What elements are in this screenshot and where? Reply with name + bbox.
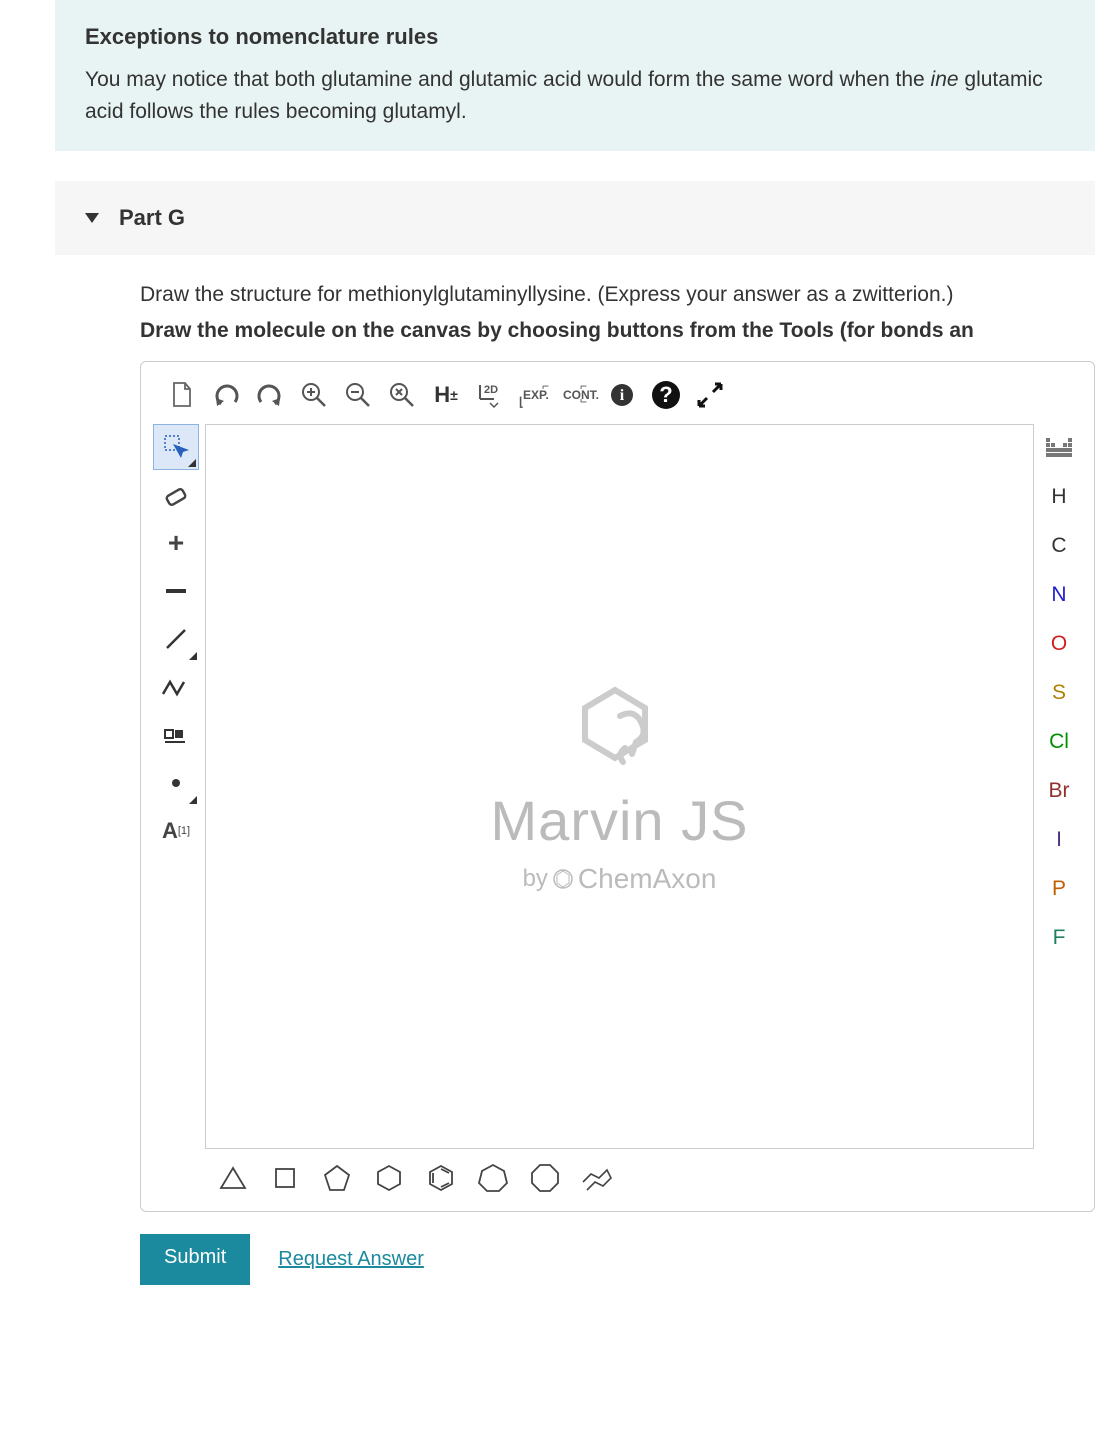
hydrogen-toggle-icon[interactable]: H±	[425, 374, 467, 416]
new-document-icon[interactable]	[161, 374, 203, 416]
chair-template[interactable]	[573, 1157, 621, 1199]
info-body-italic: ine	[931, 68, 959, 91]
element-F[interactable]: F	[1038, 914, 1080, 961]
element-O[interactable]: O	[1038, 620, 1080, 667]
left-toolbar: + A[1]	[153, 422, 201, 1149]
benzene-template[interactable]	[417, 1157, 465, 1199]
zoom-out-icon[interactable]	[337, 374, 379, 416]
canvas-by: by	[523, 865, 548, 893]
bottom-toolbar	[153, 1149, 1082, 1199]
collapse-triangle-icon[interactable]	[85, 213, 99, 223]
element-H[interactable]: H	[1038, 473, 1080, 520]
question-line1: Draw the structure for methionylglutamin…	[140, 283, 1095, 307]
svg-text:2D: 2D	[484, 384, 498, 396]
marvin-editor: H± 2D EXP.⌐⌊ CONT.⌐⌐ i ?	[140, 361, 1095, 1212]
canvas-byline: by ChemAxon	[523, 863, 717, 895]
cyclooctane-template[interactable]	[521, 1157, 569, 1199]
info-title: Exceptions to nomenclature rules	[85, 24, 1065, 50]
cyclopentane-template[interactable]	[313, 1157, 361, 1199]
top-toolbar: H± 2D EXP.⌐⌊ CONT.⌐⌐ i ?	[153, 374, 1082, 422]
redo-icon[interactable]	[249, 374, 291, 416]
element-P[interactable]: P	[1038, 865, 1080, 912]
charge-minus-tool[interactable]	[153, 568, 199, 614]
submit-row: Submit Request Answer	[140, 1234, 1095, 1285]
svg-text:i: i	[620, 387, 625, 404]
canvas-logo-text: Marvin JS	[491, 788, 749, 853]
svg-text:?: ?	[659, 382, 672, 407]
chain-tool[interactable]	[153, 664, 199, 710]
undo-icon[interactable]	[205, 374, 247, 416]
cyclopropane-template[interactable]	[209, 1157, 257, 1199]
part-label: Part G	[119, 205, 185, 231]
info-icon[interactable]: i	[601, 374, 643, 416]
element-C[interactable]: C	[1038, 522, 1080, 569]
radical-tool[interactable]	[153, 760, 199, 806]
marvin-placeholder-icon	[565, 678, 675, 778]
eraser-tool[interactable]	[153, 472, 199, 518]
info-body-before: You may notice that both glutamine and g…	[85, 68, 931, 91]
cycloheptane-template[interactable]	[469, 1157, 517, 1199]
element-I[interactable]: I	[1038, 816, 1080, 863]
selection-tool[interactable]	[153, 424, 199, 470]
element-toolbar: H C N O S Cl Br I P F	[1038, 422, 1082, 1149]
help-icon[interactable]: ?	[645, 374, 687, 416]
element-S[interactable]: S	[1038, 669, 1080, 716]
contract-icon[interactable]: CONT.⌐⌐	[557, 374, 599, 416]
info-box: Exceptions to nomenclature rules You may…	[55, 0, 1095, 151]
chemaxon-icon	[552, 868, 574, 890]
canvas-brand: ChemAxon	[578, 863, 717, 895]
editor-body: + A[1]	[153, 422, 1082, 1149]
atom-label-tool[interactable]: A[1]	[153, 808, 199, 854]
cyclohexane-template[interactable]	[365, 1157, 413, 1199]
template-tool[interactable]	[153, 712, 199, 758]
question-line2: Draw the molecule on the canvas by choos…	[140, 319, 1095, 343]
periodic-table-button[interactable]	[1038, 424, 1080, 471]
element-N[interactable]: N	[1038, 571, 1080, 618]
request-answer-link[interactable]: Request Answer	[278, 1248, 424, 1271]
cyclobutane-template[interactable]	[261, 1157, 309, 1199]
zoom-reset-icon[interactable]	[381, 374, 423, 416]
expand-icon[interactable]: EXP.⌐⌊	[513, 374, 555, 416]
info-body: You may notice that both glutamine and g…	[85, 64, 1065, 127]
single-bond-tool[interactable]	[153, 616, 199, 662]
element-Cl[interactable]: Cl	[1038, 718, 1080, 765]
drawing-canvas[interactable]: Marvin JS by ChemAxon	[205, 424, 1034, 1149]
submit-button[interactable]: Submit	[140, 1234, 250, 1285]
element-Br[interactable]: Br	[1038, 767, 1080, 814]
zoom-in-icon[interactable]	[293, 374, 335, 416]
part-header[interactable]: Part G	[55, 181, 1095, 255]
2d-clean-icon[interactable]: 2D	[469, 374, 511, 416]
fullscreen-icon[interactable]	[689, 374, 731, 416]
question-area: Draw the structure for methionylglutamin…	[140, 283, 1095, 1285]
charge-plus-tool[interactable]: +	[153, 520, 199, 566]
